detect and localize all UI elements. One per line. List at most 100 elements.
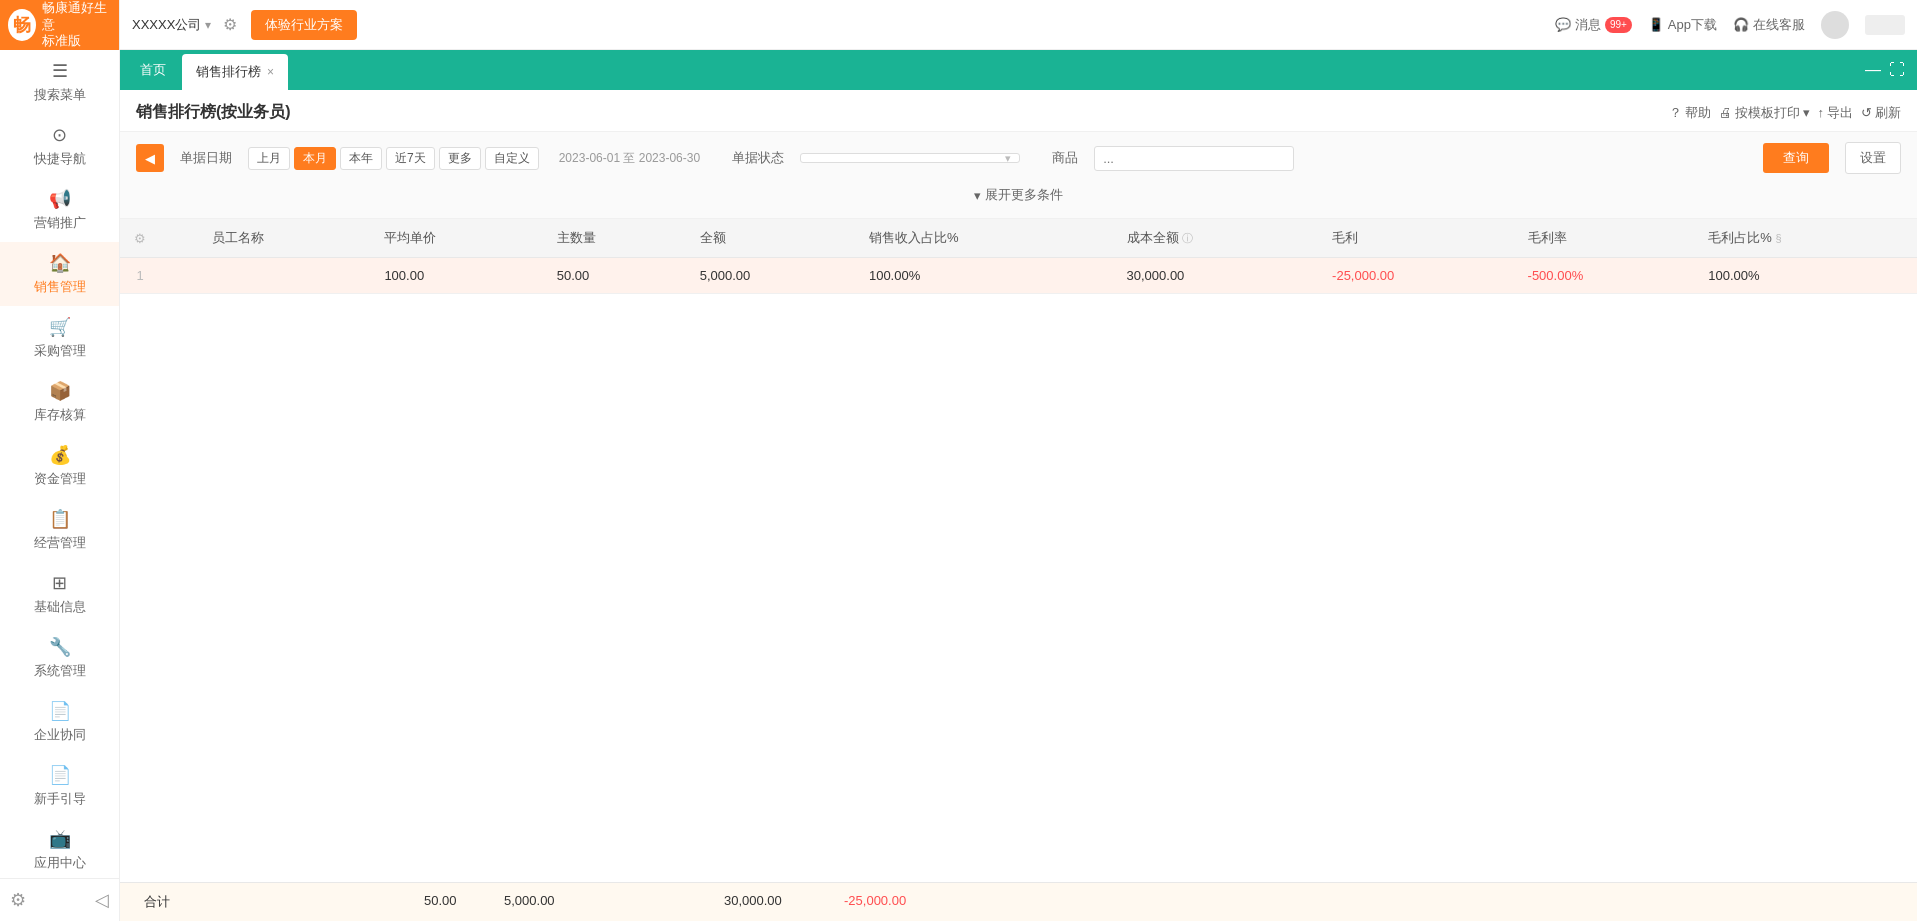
row-avg-price: 100.00 (372, 258, 544, 294)
company-chevron-icon: ▾ (205, 18, 211, 32)
doc-status-chevron-icon: ▾ (1005, 152, 1011, 165)
filter-bar: ◀ 单据日期 上月 本月 本年 近7天 更多 自定义 2023-06-01 至 … (120, 132, 1917, 219)
col-gross-ratio: 毛利占比% § (1696, 219, 1917, 258)
phone-icon: 📱 (1648, 17, 1664, 32)
sidebar-item-search[interactable]: ☰ 搜索菜单 (0, 50, 119, 114)
export-button[interactable]: ↑ 导出 (1818, 104, 1854, 122)
sidebar-item-cooperation[interactable]: 📄 企业协同 (0, 690, 119, 754)
data-table: ⚙ 员工名称 平均单价 主数量 全额 销售收入占比% 成本全额 ⓘ 毛利 毛利率 (120, 219, 1917, 294)
sidebar-item-system[interactable]: 🔧 系统管理 (0, 626, 119, 690)
print-chevron-icon: ▾ (1803, 105, 1810, 120)
collapse-sidebar-icon[interactable]: ◁ (95, 889, 109, 911)
row-quantity: 50.00 (545, 258, 688, 294)
expand-more-btn[interactable]: ▾ 展开更多条件 (136, 182, 1901, 208)
guide-icon: 📄 (49, 764, 71, 786)
col-gross-rate: 毛利率 (1516, 219, 1697, 258)
footer-avg-price (332, 893, 412, 911)
settings-bottom-icon[interactable]: ⚙ (10, 889, 26, 911)
date-custom-btn[interactable]: 自定义 (485, 147, 539, 170)
marketing-icon: 📢 (49, 188, 71, 210)
sidebar-item-guide[interactable]: 📄 新手引导 (0, 754, 119, 818)
goods-input[interactable] (1094, 146, 1294, 171)
col-avg-price: 平均单价 (372, 219, 544, 258)
footer-label: 合计 (132, 893, 332, 911)
row-amount: 5,000.00 (688, 258, 857, 294)
footer-cost: 30,000.00 (712, 893, 832, 911)
date-this-month-btn[interactable]: 本月 (294, 147, 336, 170)
filter-row-1: ◀ 单据日期 上月 本月 本年 近7天 更多 自定义 2023-06-01 至 … (136, 142, 1901, 174)
col-settings[interactable]: ⚙ (120, 219, 160, 258)
sidebar-item-app-center[interactable]: 📺 应用中心 (0, 818, 119, 878)
app-download-label: App下载 (1668, 16, 1717, 34)
col-gross: 毛利 (1320, 219, 1515, 258)
user-name-placeholder (1865, 15, 1905, 35)
sidebar-nav: ☰ 搜索菜单 ⊙ 快捷导航 📢 营销推广 🏠 销售管理 🛒 采购管理 📦 库存核… (0, 50, 119, 878)
query-button[interactable]: 查询 (1763, 143, 1829, 173)
footer-quantity: 50.00 (412, 893, 492, 911)
row-sales-ratio: 100.00% (857, 258, 1115, 294)
operation-icon: 📋 (49, 508, 71, 530)
app-download-item[interactable]: 📱 App下载 (1648, 16, 1717, 34)
tab-sales-ranking[interactable]: 销售排行榜 × (182, 54, 288, 90)
footer-amount: 5,000.00 (492, 893, 592, 911)
tab-minimize-icon[interactable]: — (1865, 61, 1881, 79)
tabbar: 首页 销售排行榜 × — ⛶ (120, 50, 1917, 90)
sidebar-item-marketing[interactable]: 📢 营销推广 (0, 178, 119, 242)
user-avatar[interactable] (1821, 11, 1849, 39)
date-range-text: 2023-06-01 至 2023-06-30 (559, 150, 700, 167)
settings-icon[interactable]: ⚙ (223, 15, 237, 34)
table-footer: 合计 50.00 5,000.00 30,000.00 -25,000.00 (120, 882, 1917, 921)
filter-collapse-btn[interactable]: ◀ (136, 144, 164, 172)
page-header: 销售排行榜(按业务员) ？ 帮助 🖨 按模板打印 ▾ ↑ 导出 ↺ 刷新 (120, 90, 1917, 132)
sidebar-item-finance[interactable]: 💰 资金管理 (0, 434, 119, 498)
chevron-down-icon: ▾ (974, 188, 981, 203)
row-gross-rate: -500.00% (1516, 258, 1697, 294)
sidebar-item-quick-nav[interactable]: ⊙ 快捷导航 (0, 114, 119, 178)
online-service-label: 在线客服 (1753, 16, 1805, 34)
message-item[interactable]: 💬 消息 99+ (1555, 16, 1632, 34)
refresh-button[interactable]: ↺ 刷新 (1861, 104, 1901, 122)
doc-status-label: 单据状态 (732, 149, 784, 167)
col-quantity: 主数量 (545, 219, 688, 258)
date-more-btn[interactable]: 更多 (439, 147, 481, 170)
date-label: 单据日期 (180, 149, 232, 167)
row-gross-ratio: 100.00% (1696, 258, 1917, 294)
row-rank-num: 1 (120, 258, 160, 294)
doc-status-select[interactable]: ▾ (800, 153, 1020, 163)
date-7days-btn[interactable]: 近7天 (386, 147, 435, 170)
sidebar-item-basic-info[interactable]: ⊞ 基础信息 (0, 562, 119, 626)
trial-button[interactable]: 体验行业方案 (251, 10, 357, 40)
refresh-icon: ↺ (1861, 105, 1872, 120)
logo-text: 畅康通好生意 标准版 (42, 0, 111, 50)
date-last-month-btn[interactable]: 上月 (248, 147, 290, 170)
inventory-icon: 📦 (49, 380, 71, 402)
col-employee: 员工名称 (200, 219, 372, 258)
page-actions: ？ 帮助 🖨 按模板打印 ▾ ↑ 导出 ↺ 刷新 (1669, 104, 1902, 122)
finance-icon: 💰 (49, 444, 71, 466)
sidebar-item-operation[interactable]: 📋 经营管理 (0, 498, 119, 562)
sidebar-item-purchase[interactable]: 🛒 采购管理 (0, 306, 119, 370)
online-service-item[interactable]: 🎧 在线客服 (1733, 16, 1805, 34)
col-amount: 全额 (688, 219, 857, 258)
sidebar-item-sales[interactable]: 🏠 销售管理 (0, 242, 119, 306)
table-header-row: ⚙ 员工名称 平均单价 主数量 全额 销售收入占比% 成本全额 ⓘ 毛利 毛利率 (120, 219, 1917, 258)
sidebar-item-inventory[interactable]: 📦 库存核算 (0, 370, 119, 434)
help-button[interactable]: ？ 帮助 (1669, 104, 1711, 122)
settings-button[interactable]: 设置 (1845, 142, 1901, 174)
tab-maximize-icon[interactable]: ⛶ (1889, 61, 1905, 79)
print-template-button[interactable]: 🖨 按模板打印 ▾ (1719, 104, 1810, 122)
message-badge: 99+ (1605, 17, 1632, 33)
tab-close-icon[interactable]: × (267, 65, 274, 79)
message-icon: 💬 (1555, 17, 1571, 32)
tab-home[interactable]: 首页 (124, 50, 182, 90)
main-area: XXXXX公司 ▾ ⚙ 体验行业方案 💬 消息 99+ 📱 App下载 🎧 在线… (120, 0, 1917, 921)
company-selector[interactable]: XXXXX公司 ▾ (132, 16, 211, 34)
col-cost: 成本全额 ⓘ (1115, 219, 1321, 258)
tabbar-controls: — ⛶ (1865, 61, 1913, 79)
date-this-year-btn[interactable]: 本年 (340, 147, 382, 170)
topbar-right: 💬 消息 99+ 📱 App下载 🎧 在线客服 (1555, 11, 1905, 39)
row-gross: -25,000.00 (1320, 258, 1515, 294)
logo-icon: 畅 (8, 9, 36, 41)
sidebar-logo: 畅 畅康通好生意 标准版 (0, 0, 119, 50)
app-center-icon: 📺 (49, 828, 71, 850)
